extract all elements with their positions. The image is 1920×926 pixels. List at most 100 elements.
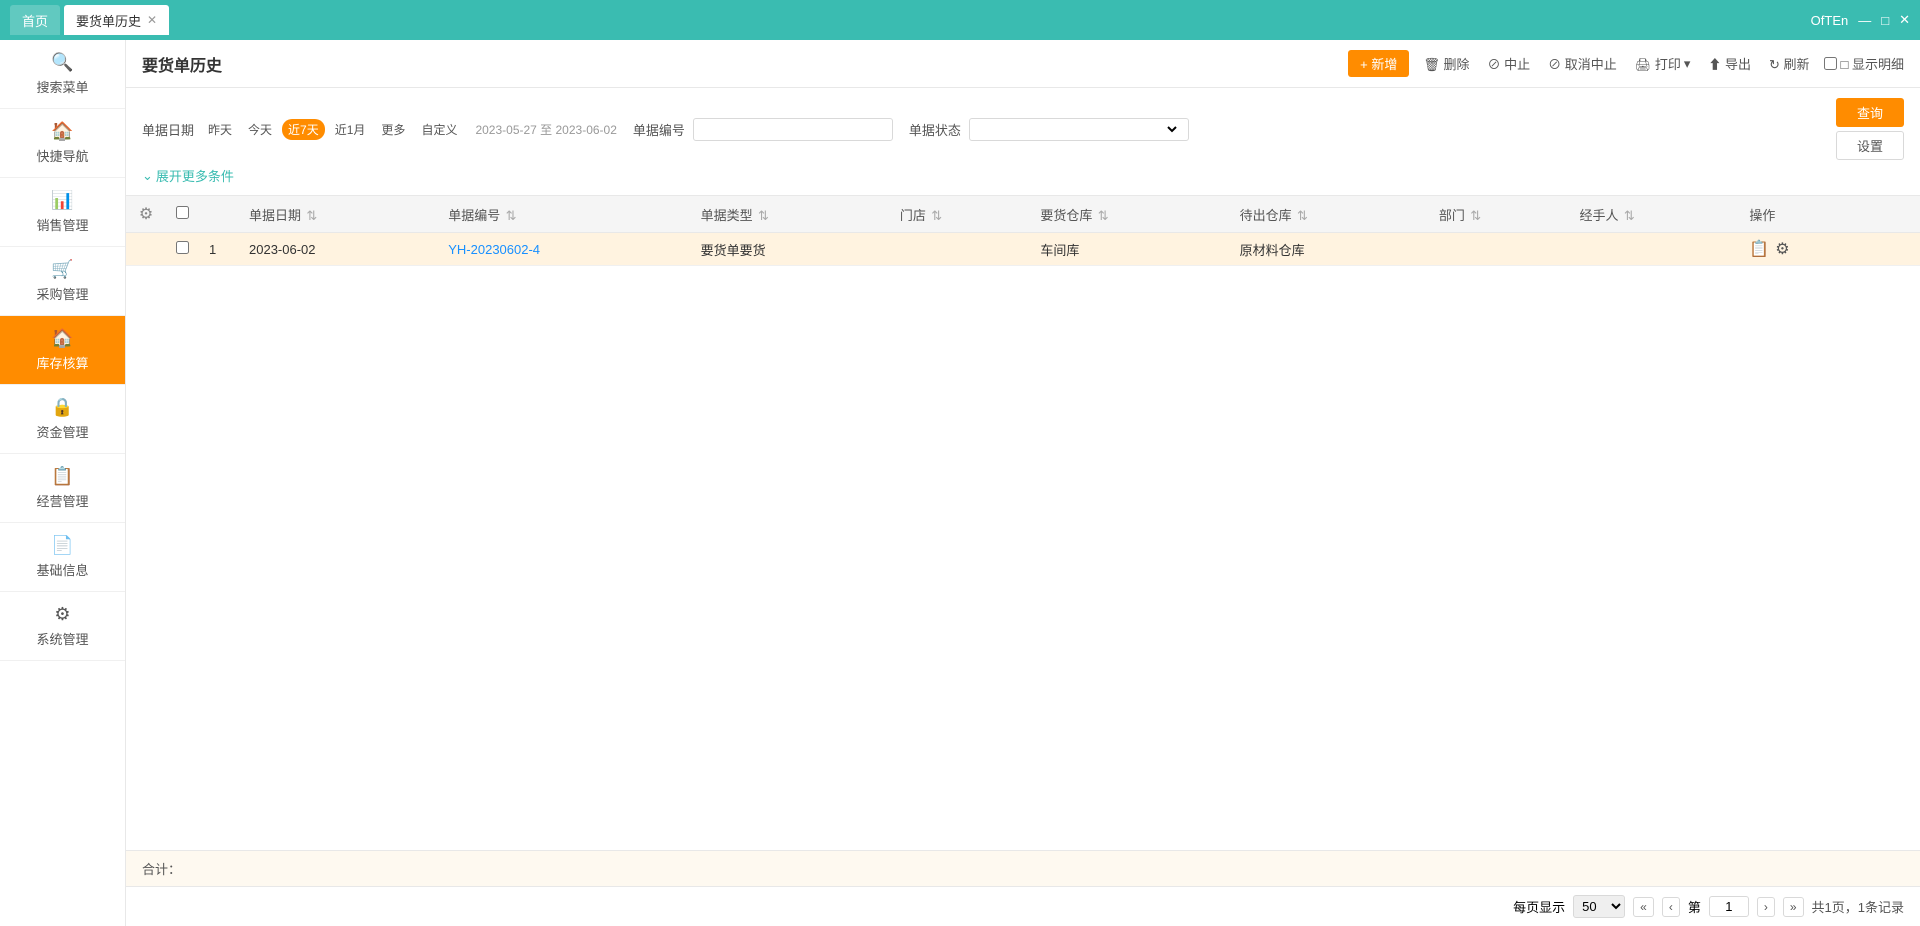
row-handler <box>1569 233 1739 266</box>
req-warehouse-sort-icon: ⇅ <box>1098 208 1109 223</box>
date-range-display: 2023-05-27 至 2023-06-02 <box>475 121 616 138</box>
date-pill-more[interactable]: 更多 <box>375 119 411 140</box>
table-area: ⚙ 单据日期 ⇅ 单据编号 ⇅ <box>126 196 1920 850</box>
prev-page-button[interactable]: ‹ <box>1662 897 1680 917</box>
th-req-warehouse[interactable]: 要货仓库 ⇅ <box>1030 196 1229 233</box>
sidebar-item-sales-mgmt[interactable]: 📊 销售管理 <box>0 178 125 247</box>
sidebar-item-basic-info[interactable]: 📄 基础信息 <box>0 523 125 592</box>
search-menu-icon: 🔍 <box>51 52 73 73</box>
first-page-button[interactable]: « <box>1633 897 1654 917</box>
per-page-select[interactable]: 20 50 100 <box>1573 895 1625 918</box>
doc-number-filter-group: 单据编号 <box>633 118 893 141</box>
page-header: 要货单历史 + 新增 🗑 删除 ⊘ 中止 ⊘ 取消中止 🖨 打印 ▾ ⬆ 导出 … <box>126 40 1920 88</box>
row-doc-number[interactable]: YH-20230602-4 <box>438 233 690 266</box>
sidebar-item-finance-mgmt[interactable]: 🔒 资金管理 <box>0 385 125 454</box>
sidebar-label-purchase-mgmt: 采购管理 <box>36 284 88 303</box>
new-button[interactable]: + 新增 <box>1348 50 1409 77</box>
row-action-buttons: 📋 ⚙ <box>1749 239 1910 259</box>
row-actions-cell: 📋 ⚙ <box>1739 233 1920 266</box>
doc-status-select[interactable] <box>978 121 1180 138</box>
th-department[interactable]: 部门 ⇅ <box>1429 196 1570 233</box>
summary-label: 合计： <box>142 859 181 878</box>
sidebar-item-inventory-calc[interactable]: 🏠 库存核算 <box>0 316 125 385</box>
display-detail-label: □ 显示明细 <box>1841 54 1904 73</box>
th-handler[interactable]: 经手人 ⇅ <box>1569 196 1739 233</box>
date-pill-today[interactable]: 今天 <box>242 119 278 140</box>
doc-type-sort-icon: ⇅ <box>758 208 769 223</box>
content-area: 要货单历史 + 新增 🗑 删除 ⊘ 中止 ⊘ 取消中止 🖨 打印 ▾ ⬆ 导出 … <box>126 40 1920 926</box>
display-detail-toggle[interactable]: □ 显示明细 <box>1824 54 1904 73</box>
cancel-stop-button[interactable]: ⊘ 取消中止 <box>1544 52 1621 75</box>
sidebar-label-inventory-calc: 库存核算 <box>36 353 88 372</box>
page-number-input[interactable] <box>1709 896 1749 917</box>
basic-info-icon: 📄 <box>51 535 73 556</box>
expand-icon: ⌄ <box>142 168 153 184</box>
refresh-button[interactable]: ↻ 刷新 <box>1765 52 1814 75</box>
ops-mgmt-icon: 📋 <box>51 466 73 487</box>
date-pill-last1month[interactable]: 近1月 <box>329 119 372 140</box>
last-page-button[interactable]: » <box>1783 897 1804 917</box>
settings-button[interactable]: 设置 <box>1836 131 1904 160</box>
th-pending-warehouse[interactable]: 待出仓库 ⇅ <box>1230 196 1429 233</box>
delete-button[interactable]: 🗑 删除 <box>1419 52 1473 75</box>
display-detail-checkbox[interactable] <box>1824 57 1837 70</box>
column-settings-icon[interactable]: ⚙ <box>139 206 153 223</box>
select-all-checkbox[interactable] <box>176 206 189 219</box>
minimize-icon[interactable]: — <box>1858 13 1871 28</box>
department-sort-icon: ⇅ <box>1470 208 1481 223</box>
table-body: 1 2023-06-02 YH-20230602-4 要货单要货 <box>126 233 1920 266</box>
doc-number-link[interactable]: YH-20230602-4 <box>448 242 540 257</box>
date-pill-last7days[interactable]: 近7天 <box>282 119 325 140</box>
th-doc-type[interactable]: 单据类型 ⇅ <box>691 196 890 233</box>
row-checkbox[interactable] <box>176 241 189 254</box>
tab-home[interactable]: 首页 <box>10 5 60 35</box>
row-settings-cell <box>126 233 166 266</box>
th-doc-number[interactable]: 单据编号 ⇅ <box>438 196 690 233</box>
sidebar-item-purchase-mgmt[interactable]: 🛒 采购管理 <box>0 247 125 316</box>
row-more-button[interactable]: ⚙ <box>1775 239 1789 259</box>
sidebar-label-search-menu: 搜索菜单 <box>36 77 88 96</box>
doc-number-label: 单据编号 <box>633 120 685 139</box>
export-button[interactable]: ⬆ 导出 <box>1704 52 1755 75</box>
finance-mgmt-icon: 🔒 <box>51 397 73 418</box>
sidebar-item-ops-mgmt[interactable]: 📋 经营管理 <box>0 454 125 523</box>
row-pending-warehouse: 原材料仓库 <box>1230 233 1429 266</box>
tab-home-label: 首页 <box>22 11 48 30</box>
main-layout: 🔍 搜索菜单 🏠 快捷导航 📊 销售管理 🛒 采购管理 🏠 库存核算 🔒 资金管… <box>0 40 1920 926</box>
th-doc-date[interactable]: 单据日期 ⇅ <box>239 196 438 233</box>
stop-button[interactable]: ⊘ 中止 <box>1483 52 1534 75</box>
sidebar-item-search-menu[interactable]: 🔍 搜索菜单 <box>0 40 125 109</box>
row-store <box>890 233 1031 266</box>
tab-close-icon[interactable]: ✕ <box>147 13 157 27</box>
th-settings: ⚙ <box>126 196 166 233</box>
inventory-calc-icon: 🏠 <box>51 328 73 349</box>
row-edit-button[interactable]: 📋 <box>1749 239 1769 259</box>
query-button[interactable]: 查询 <box>1836 98 1904 127</box>
maximize-icon[interactable]: □ <box>1881 13 1889 28</box>
filter-row-1: 单据日期 昨天 今天 近7天 近1月 更多 自定义 2023-05-27 至 2… <box>142 98 1904 160</box>
data-table: ⚙ 单据日期 ⇅ 单据编号 ⇅ <box>126 196 1920 266</box>
row-checkbox-cell <box>166 233 199 266</box>
print-dropdown-icon[interactable]: ▾ <box>1684 56 1691 72</box>
sidebar-item-quick-nav[interactable]: 🏠 快捷导航 <box>0 109 125 178</box>
close-window-icon[interactable]: ✕ <box>1899 12 1910 28</box>
row-req-warehouse: 车间库 <box>1030 233 1229 266</box>
th-store[interactable]: 门店 ⇅ <box>890 196 1031 233</box>
footer-summary: 合计： <box>126 850 1920 886</box>
filter-area: 单据日期 昨天 今天 近7天 近1月 更多 自定义 2023-05-27 至 2… <box>126 88 1920 196</box>
tab-requisition-history[interactable]: 要货单历史 ✕ <box>64 5 169 35</box>
doc-date-sort-icon: ⇅ <box>306 208 317 223</box>
print-button[interactable]: 🖨 打印 ▾ <box>1631 52 1695 75</box>
expand-more[interactable]: ⌄ 展开更多条件 <box>142 166 1904 185</box>
doc-number-input[interactable] <box>693 118 893 141</box>
sidebar-item-sys-mgmt[interactable]: ⚙ 系统管理 <box>0 592 125 661</box>
action-buttons: 查询 设置 <box>1836 98 1904 160</box>
th-actions: 操作 <box>1739 196 1920 233</box>
date-pill-yesterday[interactable]: 昨天 <box>202 119 238 140</box>
sys-mgmt-icon: ⚙ <box>54 604 70 625</box>
date-pill-custom[interactable]: 自定义 <box>415 119 463 140</box>
expand-label: 展开更多条件 <box>156 166 234 185</box>
top-bar: 首页 要货单历史 ✕ OfTEn — □ ✕ <box>0 0 1920 40</box>
sidebar-label-sales-mgmt: 销售管理 <box>36 215 88 234</box>
next-page-button[interactable]: › <box>1757 897 1775 917</box>
